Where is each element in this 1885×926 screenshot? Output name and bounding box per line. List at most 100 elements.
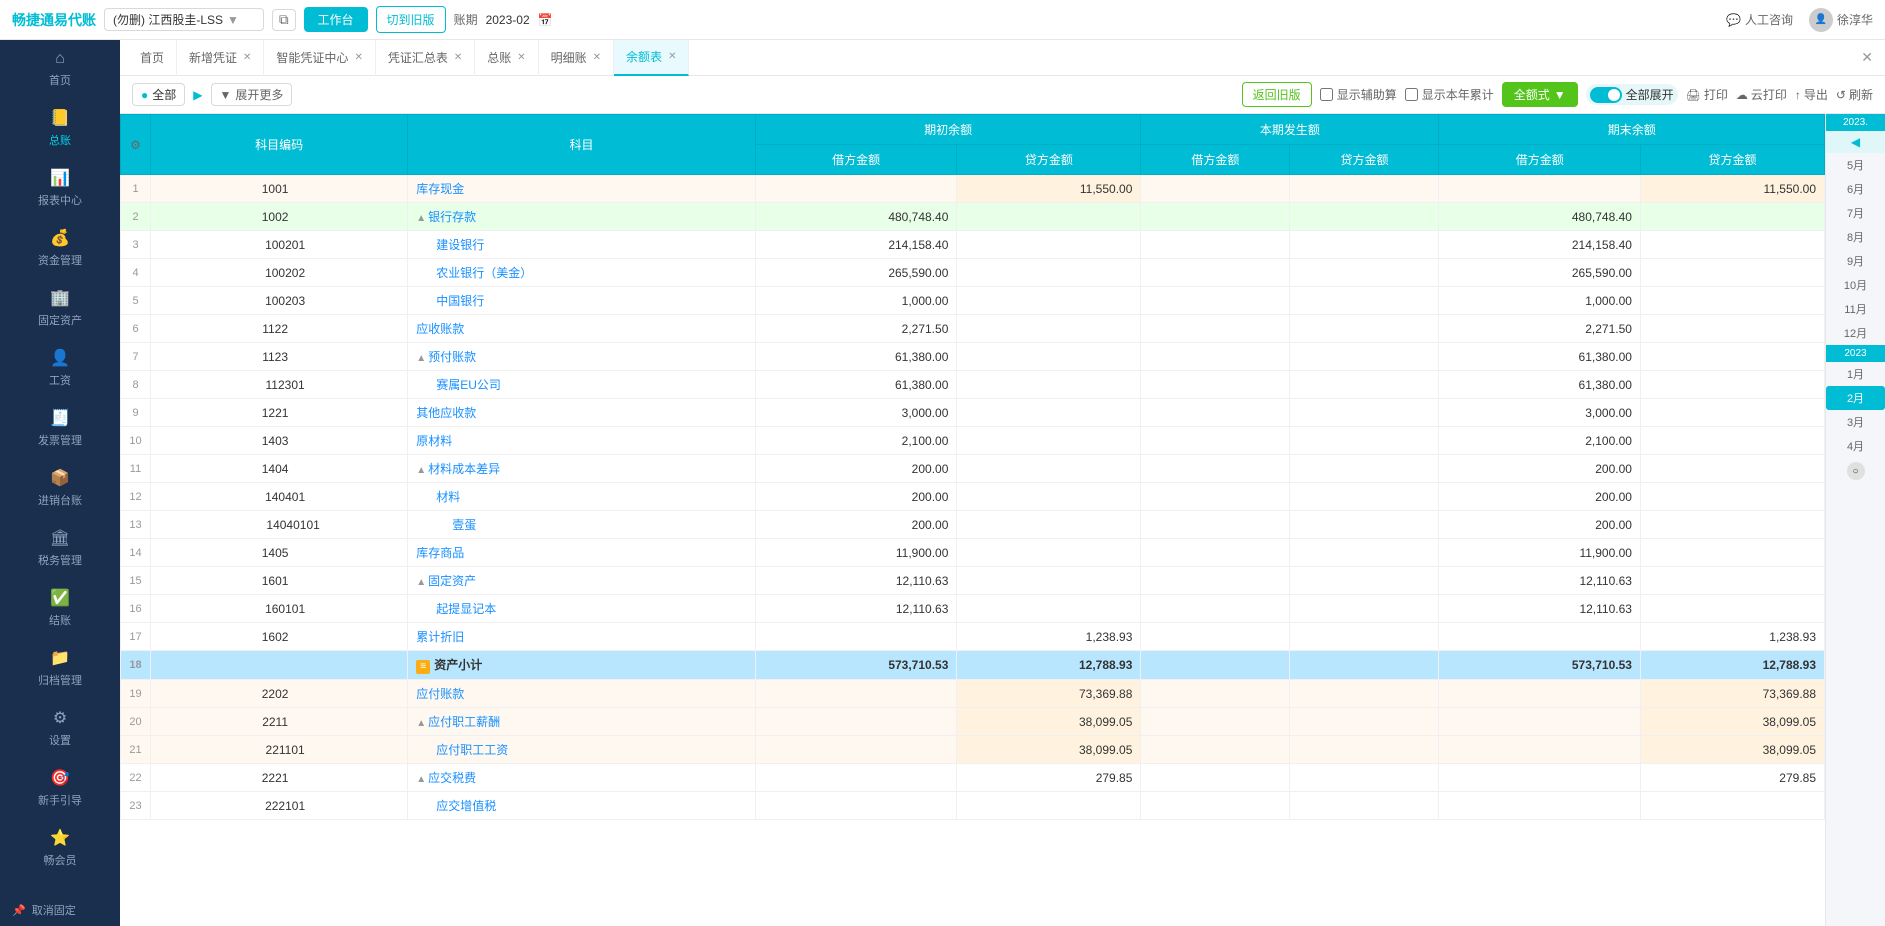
row-name[interactable]: ▲应交税费 xyxy=(408,764,756,792)
row-name-link[interactable]: 预付账款 xyxy=(428,350,476,364)
calendar-icon[interactable]: 📅 xyxy=(538,13,553,27)
tab-new-voucher[interactable]: 新增凭证 ✕ xyxy=(177,40,264,76)
sidebar-item-home[interactable]: ⌂ 首页 xyxy=(0,40,120,98)
refresh-button[interactable]: ↺ 刷新 xyxy=(1836,86,1873,103)
close-all-tabs-button[interactable]: ✕ xyxy=(1857,45,1877,70)
tab-voucher-summary-close[interactable]: ✕ xyxy=(454,52,462,63)
filter-arrow-icon[interactable]: ▶ xyxy=(193,88,202,102)
tab-balance-close[interactable]: ✕ xyxy=(668,51,676,62)
row-name[interactable]: 壹蛋 xyxy=(408,511,756,539)
row-name-link[interactable]: 库存商品 xyxy=(416,546,464,560)
sidebar-item-settle[interactable]: ✅ 结账 xyxy=(0,578,120,638)
right-panel-month-12[interactable]: 12月 xyxy=(1826,321,1885,345)
show-aux-input[interactable] xyxy=(1320,88,1333,101)
row-name-link[interactable]: 应交增值税 xyxy=(436,799,496,813)
row-name-link[interactable]: 材料成本差异 xyxy=(428,462,500,476)
expand-row-icon[interactable]: ▲ xyxy=(416,465,426,476)
sidebar-item-capital[interactable]: 💰 资金管理 xyxy=(0,218,120,278)
expand-all-switch[interactable] xyxy=(1590,87,1622,103)
row-name-link[interactable]: 应付职工薪酬 xyxy=(428,715,500,729)
right-panel-toggle[interactable]: ◀ xyxy=(1826,131,1885,153)
circle-icon[interactable]: ○ xyxy=(1847,462,1865,480)
row-name-link[interactable]: 库存现金 xyxy=(416,182,464,196)
row-name[interactable]: 库存商品 xyxy=(408,539,756,567)
tab-home[interactable]: 首页 xyxy=(128,40,177,76)
row-name-link[interactable]: 应交税费 xyxy=(428,771,476,785)
switch-old-button[interactable]: 切到旧版 xyxy=(376,6,446,33)
row-name[interactable]: 农业银行（美金） xyxy=(408,259,756,287)
sidebar-item-settings[interactable]: ⚙ 设置 xyxy=(0,698,120,758)
right-panel-month-9[interactable]: 9月 xyxy=(1826,249,1885,273)
sidebar-item-report[interactable]: 📊 报表中心 xyxy=(0,158,120,218)
right-panel-month-5[interactable]: 5月 xyxy=(1826,153,1885,177)
filter-all-button[interactable]: ● 全部 xyxy=(132,83,185,106)
right-panel-circle[interactable]: ○ xyxy=(1826,458,1885,484)
expand-row-icon[interactable]: ▲ xyxy=(416,353,426,364)
right-panel-month-4[interactable]: 4月 xyxy=(1826,434,1885,458)
row-name-link[interactable]: 应付账款 xyxy=(416,687,464,701)
row-name[interactable]: ▲银行存款 xyxy=(408,203,756,231)
tab-detail-close[interactable]: ✕ xyxy=(593,52,601,63)
unpin-button[interactable]: 📌 取消固定 xyxy=(0,894,120,926)
tab-ledger[interactable]: 总账 ✕ xyxy=(475,40,538,76)
copy-button[interactable]: ⧉ xyxy=(272,9,296,31)
row-name-link[interactable]: 壹蛋 xyxy=(452,518,476,532)
row-name[interactable]: 应付账款 xyxy=(408,680,756,708)
expand-all-toggle[interactable]: 全部展开 xyxy=(1586,84,1678,105)
row-name[interactable]: ▲固定资产 xyxy=(408,567,756,595)
row-name-link[interactable]: 农业银行（美金） xyxy=(436,266,532,280)
row-name-link[interactable]: 固定资产 xyxy=(428,574,476,588)
right-panel-month-10[interactable]: 10月 xyxy=(1826,273,1885,297)
row-name[interactable]: 库存现金 xyxy=(408,175,756,203)
workbench-button[interactable]: 工作台 xyxy=(304,7,368,32)
tab-smart-voucher[interactable]: 智能凭证中心 ✕ xyxy=(264,40,375,76)
ai-consult-btn[interactable]: 💬 人工咨询 xyxy=(1726,11,1793,28)
show-year-input[interactable] xyxy=(1405,88,1418,101)
company-selector[interactable]: (勿删) 江西股圭-LSS ▼ xyxy=(104,8,264,31)
show-aux-checkbox[interactable]: 显示辅助算 xyxy=(1320,86,1397,103)
expand-row-icon[interactable]: ▲ xyxy=(416,774,426,785)
tab-balance[interactable]: 余额表 ✕ xyxy=(614,40,689,76)
sidebar-item-ledger[interactable]: 📒 总账 xyxy=(0,98,120,158)
sidebar-item-archive[interactable]: 📁 归档管理 xyxy=(0,638,120,698)
row-name-link[interactable]: 累计折旧 xyxy=(416,630,464,644)
row-name-link[interactable]: 其他应收款 xyxy=(416,406,476,420)
expand-row-icon[interactable]: ▲ xyxy=(416,718,426,729)
right-panel-month-3[interactable]: 3月 xyxy=(1826,410,1885,434)
sidebar-item-fixed[interactable]: 🏢 固定资产 xyxy=(0,278,120,338)
sidebar-item-salary[interactable]: 👤 工资 xyxy=(0,338,120,398)
row-name[interactable]: ▲材料成本差异 xyxy=(408,455,756,483)
table-settings-icon[interactable]: ⚙ xyxy=(130,138,141,152)
right-panel-month-2[interactable]: 2月 xyxy=(1826,386,1885,410)
sidebar-item-invoice[interactable]: 🧾 发票管理 xyxy=(0,398,120,458)
tab-ledger-close[interactable]: ✕ xyxy=(517,52,525,63)
sidebar-item-purchase[interactable]: 📦 进销台账 xyxy=(0,458,120,518)
row-name[interactable]: ▲应付职工薪酬 xyxy=(408,708,756,736)
right-panel-month-11[interactable]: 11月 xyxy=(1826,297,1885,321)
row-name-link[interactable]: 银行存款 xyxy=(428,210,476,224)
row-name-link[interactable]: 中国银行 xyxy=(436,294,484,308)
row-name[interactable]: 应收账款 xyxy=(408,315,756,343)
row-name[interactable]: 原材料 xyxy=(408,427,756,455)
tab-smart-voucher-close[interactable]: ✕ xyxy=(354,52,362,63)
full-amount-button[interactable]: 全额式 ▼ xyxy=(1502,82,1578,107)
row-name[interactable]: 材料 xyxy=(408,483,756,511)
sidebar-item-tax[interactable]: 🏛 税务管理 xyxy=(0,518,120,578)
row-name-link[interactable]: 应收账款 xyxy=(416,322,464,336)
row-name-link[interactable]: 原材料 xyxy=(416,434,452,448)
user-info[interactable]: 👤 徐淳华 xyxy=(1809,8,1873,32)
right-panel-month-8[interactable]: 8月 xyxy=(1826,225,1885,249)
sidebar-item-guide[interactable]: 🎯 新手引导 xyxy=(0,758,120,818)
right-panel-month-6[interactable]: 6月 xyxy=(1826,177,1885,201)
export-button[interactable]: ↑ 导出 xyxy=(1795,86,1828,103)
expand-row-icon[interactable]: ▲ xyxy=(416,213,426,224)
cloud-print-button[interactable]: ☁ 云打印 xyxy=(1736,86,1787,103)
sidebar-item-member[interactable]: ⭐ 畅会员 xyxy=(0,818,120,878)
row-name[interactable]: ▲预付账款 xyxy=(408,343,756,371)
row-name[interactable]: 累计折旧 xyxy=(408,623,756,651)
row-name-link[interactable]: 起提显记本 xyxy=(436,602,496,616)
print-button[interactable]: 🖨 打印 xyxy=(1686,86,1728,103)
row-name-link[interactable]: 材料 xyxy=(436,490,460,504)
expand-more-button[interactable]: ▼ 展开更多 xyxy=(211,83,293,106)
row-name-link[interactable]: 应付职工工资 xyxy=(436,743,508,757)
